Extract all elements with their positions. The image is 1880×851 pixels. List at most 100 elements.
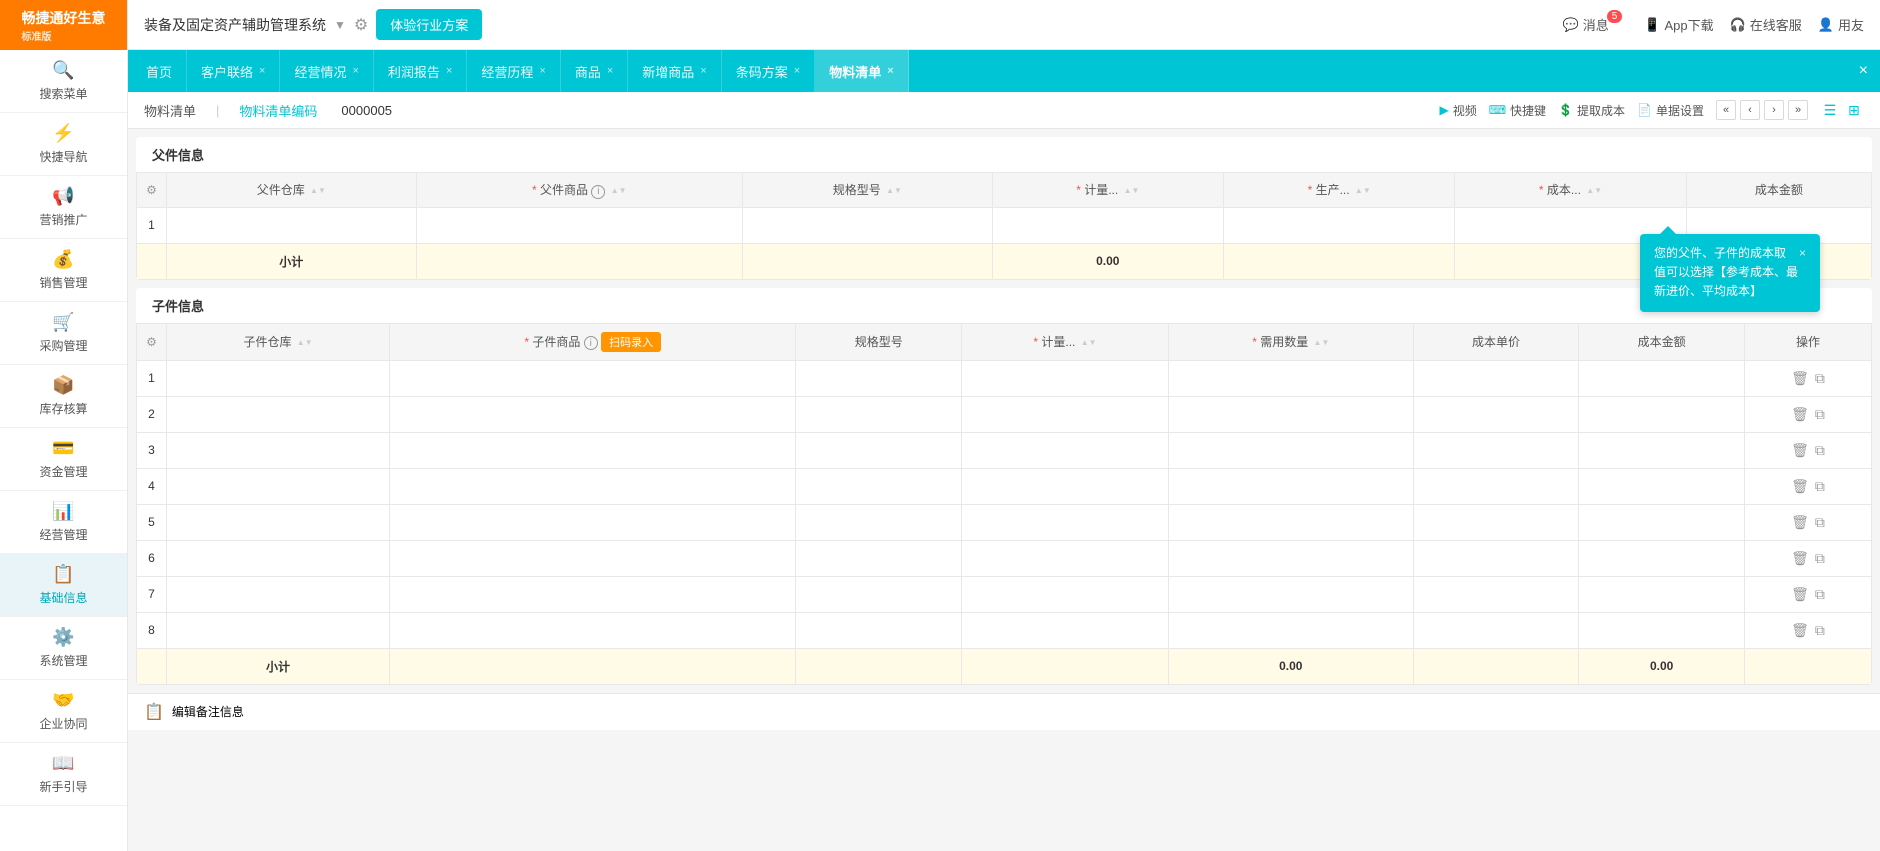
- child-row-3-qty[interactable]: [1168, 432, 1413, 468]
- child-row-7-goods[interactable]: [390, 576, 796, 612]
- child-row-6-unit[interactable]: [962, 540, 1169, 576]
- child-goods-info-icon[interactable]: i: [584, 336, 598, 350]
- tab-operation-close[interactable]: ×: [352, 65, 358, 77]
- parent-row-1-produce[interactable]: [1223, 207, 1454, 243]
- child-row-2-unitprice[interactable]: [1413, 396, 1579, 432]
- child-row-1-warehouse[interactable]: [167, 360, 390, 396]
- sidebar-item-basicinfo[interactable]: 📋 基础信息: [0, 554, 127, 617]
- child-row-6-delete-icon[interactable]: 🗑: [1791, 550, 1809, 567]
- tooltip-close-button[interactable]: ×: [1799, 244, 1806, 263]
- child-row-4-amount[interactable]: [1579, 468, 1745, 504]
- child-unit-sort[interactable]: ▲▼: [1081, 339, 1097, 347]
- child-qty-sort[interactable]: ▲▼: [1314, 339, 1330, 347]
- child-row-5-goods[interactable]: [390, 504, 796, 540]
- online-service-button[interactable]: 🎧 在线客服: [1730, 15, 1802, 34]
- tab-bom[interactable]: 物料清单 ×: [815, 50, 908, 92]
- produce-sort[interactable]: ▲▼: [1355, 187, 1371, 195]
- goods-sort[interactable]: ▲▼: [611, 187, 627, 195]
- scan-input-button[interactable]: 扫码录入: [601, 332, 661, 352]
- tab-operation[interactable]: 经营情况 ×: [280, 50, 373, 92]
- child-row-6-spec[interactable]: [796, 540, 962, 576]
- trial-button[interactable]: 体验行业方案: [376, 9, 482, 40]
- child-row-5-unit[interactable]: [962, 504, 1169, 540]
- child-row-1-copy-icon[interactable]: ⧉: [1815, 370, 1825, 387]
- settings-icon[interactable]: ⚙: [354, 15, 368, 35]
- child-row-2-unit[interactable]: [962, 396, 1169, 432]
- child-row-5-qty[interactable]: [1168, 504, 1413, 540]
- sidebar-item-operations[interactable]: 📊 经营管理: [0, 491, 127, 554]
- tab-new-goods[interactable]: 新增商品 ×: [628, 50, 721, 92]
- child-row-6-copy-icon[interactable]: ⧉: [1815, 550, 1825, 567]
- child-row-7-amount[interactable]: [1579, 576, 1745, 612]
- tab-home[interactable]: 首页: [132, 50, 187, 92]
- child-row-5-unitprice[interactable]: [1413, 504, 1579, 540]
- child-row-4-qty[interactable]: [1168, 468, 1413, 504]
- child-row-1-delete-icon[interactable]: 🗑: [1791, 370, 1809, 387]
- extract-cost-button[interactable]: 💲 提取成本: [1558, 102, 1625, 119]
- breadcrumb-bom[interactable]: 物料清单: [144, 101, 196, 120]
- child-row-4-warehouse[interactable]: [167, 468, 390, 504]
- list-view-icon[interactable]: ☰: [1820, 100, 1840, 120]
- child-row-3-goods[interactable]: [390, 432, 796, 468]
- sidebar-item-system[interactable]: ⚙️ 系统管理: [0, 617, 127, 680]
- parent-goods-info-icon[interactable]: i: [591, 185, 605, 199]
- child-row-3-delete-icon[interactable]: 🗑: [1791, 442, 1809, 459]
- child-row-7-warehouse[interactable]: [167, 576, 390, 612]
- child-row-2-goods[interactable]: [390, 396, 796, 432]
- child-row-7-delete-icon[interactable]: 🗑: [1791, 586, 1809, 603]
- child-row-8-amount[interactable]: [1579, 612, 1745, 648]
- parent-row-1-spec[interactable]: [743, 207, 993, 243]
- grid-view-icon[interactable]: ⊞: [1844, 100, 1864, 120]
- child-row-7-unit[interactable]: [962, 576, 1169, 612]
- child-row-1-goods[interactable]: [390, 360, 796, 396]
- sidebar-item-sales[interactable]: 💰 销售管理: [0, 239, 127, 302]
- child-row-5-warehouse[interactable]: [167, 504, 390, 540]
- sidebar-item-quicknav[interactable]: ⚡ 快捷导航: [0, 113, 127, 176]
- child-col-settings[interactable]: ⚙: [137, 323, 167, 360]
- nav-last-button[interactable]: »: [1788, 100, 1808, 120]
- child-row-3-warehouse[interactable]: [167, 432, 390, 468]
- child-row-8-delete-icon[interactable]: 🗑: [1791, 622, 1809, 639]
- nav-next-button[interactable]: ›: [1764, 100, 1784, 120]
- parent-row-1-warehouse[interactable]: [167, 207, 417, 243]
- tab-history[interactable]: 经营历程 ×: [467, 50, 560, 92]
- child-row-3-spec[interactable]: [796, 432, 962, 468]
- child-row-8-goods[interactable]: [390, 612, 796, 648]
- child-row-8-unitprice[interactable]: [1413, 612, 1579, 648]
- parent-row-1-unit[interactable]: [992, 207, 1223, 243]
- child-row-7-qty[interactable]: [1168, 576, 1413, 612]
- child-row-5-amount[interactable]: [1579, 504, 1745, 540]
- view-video-button[interactable]: ▶ 视频: [1439, 102, 1476, 119]
- child-row-2-qty[interactable]: [1168, 396, 1413, 432]
- edit-notes-label[interactable]: 编辑备注信息: [172, 703, 244, 720]
- cost-sort[interactable]: ▲▼: [1586, 187, 1602, 195]
- tab-bom-close[interactable]: ×: [887, 65, 893, 77]
- child-row-4-delete-icon[interactable]: 🗑: [1791, 478, 1809, 495]
- child-row-5-delete-icon[interactable]: 🗑: [1791, 514, 1809, 531]
- tab-profit[interactable]: 利润报告 ×: [374, 50, 467, 92]
- tab-history-close[interactable]: ×: [539, 65, 545, 77]
- child-row-4-goods[interactable]: [390, 468, 796, 504]
- child-row-7-unitprice[interactable]: [1413, 576, 1579, 612]
- close-all-tabs-button[interactable]: ×: [1851, 62, 1876, 80]
- parent-row-1-goods[interactable]: [416, 207, 743, 243]
- child-row-3-copy-icon[interactable]: ⧉: [1815, 442, 1825, 459]
- tab-profit-close[interactable]: ×: [446, 65, 452, 77]
- unit-sort[interactable]: ▲▼: [1124, 187, 1140, 195]
- child-row-2-copy-icon[interactable]: ⧉: [1815, 406, 1825, 423]
- tab-goods[interactable]: 商品 ×: [561, 50, 628, 92]
- doc-settings-button[interactable]: 📄 单据设置: [1637, 102, 1704, 119]
- nav-first-button[interactable]: «: [1716, 100, 1736, 120]
- sidebar-item-purchase[interactable]: 🛒 采购管理: [0, 302, 127, 365]
- child-row-8-unit[interactable]: [962, 612, 1169, 648]
- tab-customer[interactable]: 客户联络 ×: [187, 50, 280, 92]
- shortcut-button[interactable]: ⌨ 快捷键: [1489, 102, 1546, 119]
- child-row-4-unitprice[interactable]: [1413, 468, 1579, 504]
- message-button[interactable]: 💬 消息 5: [1563, 15, 1629, 34]
- sidebar-item-search[interactable]: 🔍 搜索菜单: [0, 50, 127, 113]
- user-button[interactable]: 👤 用友: [1818, 15, 1864, 34]
- tab-customer-close[interactable]: ×: [259, 65, 265, 77]
- sidebar-item-finance[interactable]: 💳 资金管理: [0, 428, 127, 491]
- child-row-7-spec[interactable]: [796, 576, 962, 612]
- child-row-5-copy-icon[interactable]: ⧉: [1815, 514, 1825, 531]
